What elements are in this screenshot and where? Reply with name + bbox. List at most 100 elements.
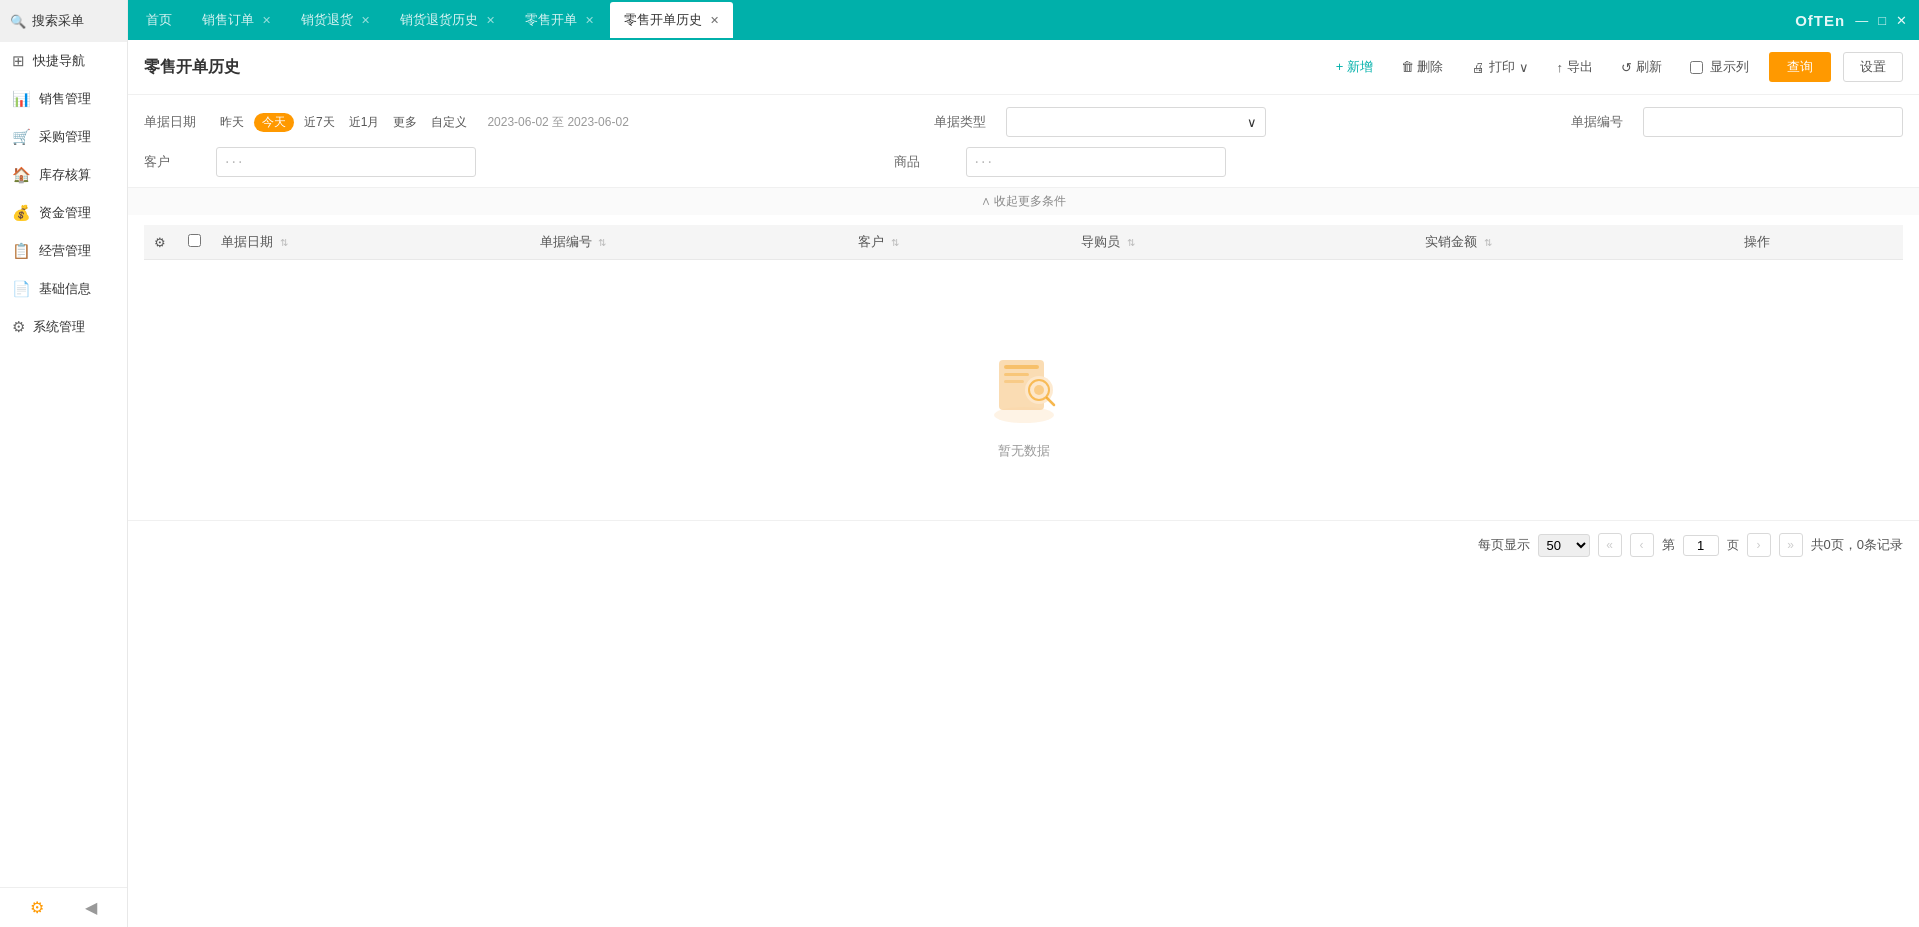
system-icon: ⚙ [12,318,25,336]
tab-retail-open[interactable]: 零售开单 ✕ [511,2,608,38]
collapse-sidebar-btn[interactable]: ◀ [85,898,97,917]
tab-sales-return[interactable]: 销货退货 ✕ [287,2,384,38]
setting-button[interactable]: 设置 [1843,52,1903,82]
sidebar-item-label: 采购管理 [39,128,91,146]
th-settings: ⚙ [144,225,178,260]
svg-rect-2 [1004,365,1039,369]
per-page-select[interactable]: 50 10 20 100 [1538,534,1590,557]
goods-label: 商品 [894,153,950,171]
sidebar-item-sales-mgmt[interactable]: 📊 销售管理 [0,80,127,118]
bill-type-label: 单据类型 [934,113,990,131]
sidebar-item-label: 资金管理 [39,204,91,222]
sidebar-search-label: 搜索采单 [32,12,84,30]
th-no[interactable]: 单据编号 ⇅ [530,225,849,260]
pagination-page-unit: 页 [1727,533,1739,557]
tab-sales-return-label: 销货退货 [301,11,353,29]
sidebar: 🔍 搜索采单 ⊞ 快捷导航 📊 销售管理 🛒 采购管理 🏠 库存核算 💰 资金管… [0,0,128,927]
sidebar-item-quick-nav[interactable]: ⊞ 快捷导航 [0,42,127,80]
sidebar-item-system[interactable]: ⚙ 系统管理 [0,308,127,346]
brand-label: OfTEn [1795,12,1845,29]
th-date[interactable]: 单据日期 ⇅ [211,225,530,260]
sidebar-item-basic-info[interactable]: 📄 基础信息 [0,270,127,308]
window-close-btn[interactable]: ✕ [1896,13,1907,28]
window-maximize-btn[interactable]: □ [1878,13,1886,28]
tab-sales-return-close[interactable]: ✕ [361,14,370,27]
export-button[interactable]: ↑ 导出 [1549,54,1602,80]
sidebar-item-operation[interactable]: 📋 经营管理 [0,232,127,270]
toolbar: + 新增 🗑 删除 🖨 打印 ∨ ↑ 导出 ↺ 刷新 显示列 [1328,52,1903,82]
pagination-prev-first[interactable]: « [1598,533,1622,557]
tab-sales-order-close[interactable]: ✕ [262,14,271,27]
settings-bottom-icon[interactable]: ⚙ [30,898,44,917]
sidebar-item-label: 库存核算 [39,166,91,184]
page-input[interactable] [1683,535,1719,556]
display-cols-label: 显示列 [1710,58,1749,76]
export-label: 导出 [1567,58,1593,76]
customer-label: 客户 [144,153,200,171]
tab-retail-open-history-close[interactable]: ✕ [710,14,719,27]
display-cols-button[interactable]: 显示列 [1682,54,1757,80]
empty-illustration [974,340,1074,430]
filter-area: 单据日期 昨天 今天 近7天 近1月 更多 自定义 2023-06-02 至 2… [128,95,1919,215]
window-minimize-btn[interactable]: — [1855,13,1868,28]
refresh-label: 刷新 [1636,58,1662,76]
th-customer[interactable]: 客户 ⇅ [848,225,1071,260]
date-yesterday[interactable]: 昨天 [216,113,248,132]
sidebar-search[interactable]: 🔍 搜索采单 [0,0,127,42]
bill-type-select[interactable]: ∨ [1006,107,1266,137]
tab-retail-open-history[interactable]: 零售开单历史 ✕ [610,2,733,38]
print-button[interactable]: 🖨 打印 ∨ [1464,54,1537,80]
collapse-bar[interactable]: ∧ 收起更多条件 [128,187,1919,215]
th-salesperson[interactable]: 导购员 ⇅ [1071,225,1342,260]
total-info: 共0页，0条记录 [1811,536,1903,554]
table-body: 暂无数据 [144,260,1903,521]
quick-nav-icon: ⊞ [12,52,25,70]
sidebar-item-purchase-mgmt[interactable]: 🛒 采购管理 [0,118,127,156]
goods-dots: ··· [975,153,994,171]
sidebar-item-inventory[interactable]: 🏠 库存核算 [0,156,127,194]
tab-sales-return-history[interactable]: 销货退货历史 ✕ [386,2,509,38]
pagination-next[interactable]: › [1747,533,1771,557]
display-cols-checkbox[interactable] [1690,61,1703,74]
date-label: 单据日期 [144,113,200,131]
tab-home[interactable]: 首页 [132,2,186,38]
sidebar-item-label: 快捷导航 [33,52,85,70]
refresh-button[interactable]: ↺ 刷新 [1613,54,1670,80]
date-1month[interactable]: 近1月 [345,113,384,132]
bill-no-input[interactable] [1643,107,1903,137]
pagination-prev[interactable]: ‹ [1630,533,1654,557]
query-button[interactable]: 查询 [1769,52,1831,82]
basic-info-icon: 📄 [12,280,31,298]
delete-button[interactable]: 🗑 删除 [1393,54,1452,80]
th-no-label: 单据编号 [540,234,592,249]
sidebar-item-finance[interactable]: 💰 资金管理 [0,194,127,232]
pagination-next-last[interactable]: » [1779,533,1803,557]
tab-sales-order[interactable]: 销售订单 ✕ [188,2,285,38]
date-custom[interactable]: 自定义 [427,113,471,132]
goods-input[interactable]: ··· [966,147,1226,177]
th-actions: 操作 [1734,225,1903,260]
customer-dots: ··· [225,153,244,171]
date-more[interactable]: 更多 [389,113,421,132]
sort-amount-icon: ⇅ [1484,237,1492,248]
customer-input[interactable]: ··· [216,147,476,177]
sort-salesperson-icon: ⇅ [1127,237,1135,248]
tab-sales-return-history-close[interactable]: ✕ [486,14,495,27]
finance-icon: 💰 [12,204,31,222]
settings-col-icon[interactable]: ⚙ [154,235,166,250]
svg-rect-3 [1004,373,1029,376]
tab-retail-open-close[interactable]: ✕ [585,14,594,27]
th-spacer [1342,225,1416,260]
tab-sales-return-history-label: 销货退货历史 [400,11,478,29]
tab-retail-open-history-label: 零售开单历史 [624,11,702,29]
svg-rect-4 [1004,380,1024,383]
date-today[interactable]: 今天 [254,113,294,132]
date-7days[interactable]: 近7天 [300,113,339,132]
th-amount[interactable]: 实销金额 ⇅ [1415,225,1734,260]
empty-state: 暂无数据 [144,260,1903,520]
collapse-label: ∧ 收起更多条件 [981,194,1066,208]
operation-icon: 📋 [12,242,31,260]
select-all-checkbox[interactable] [188,234,201,247]
print-arrow: ∨ [1519,60,1529,75]
add-button[interactable]: + 新增 [1328,54,1381,80]
